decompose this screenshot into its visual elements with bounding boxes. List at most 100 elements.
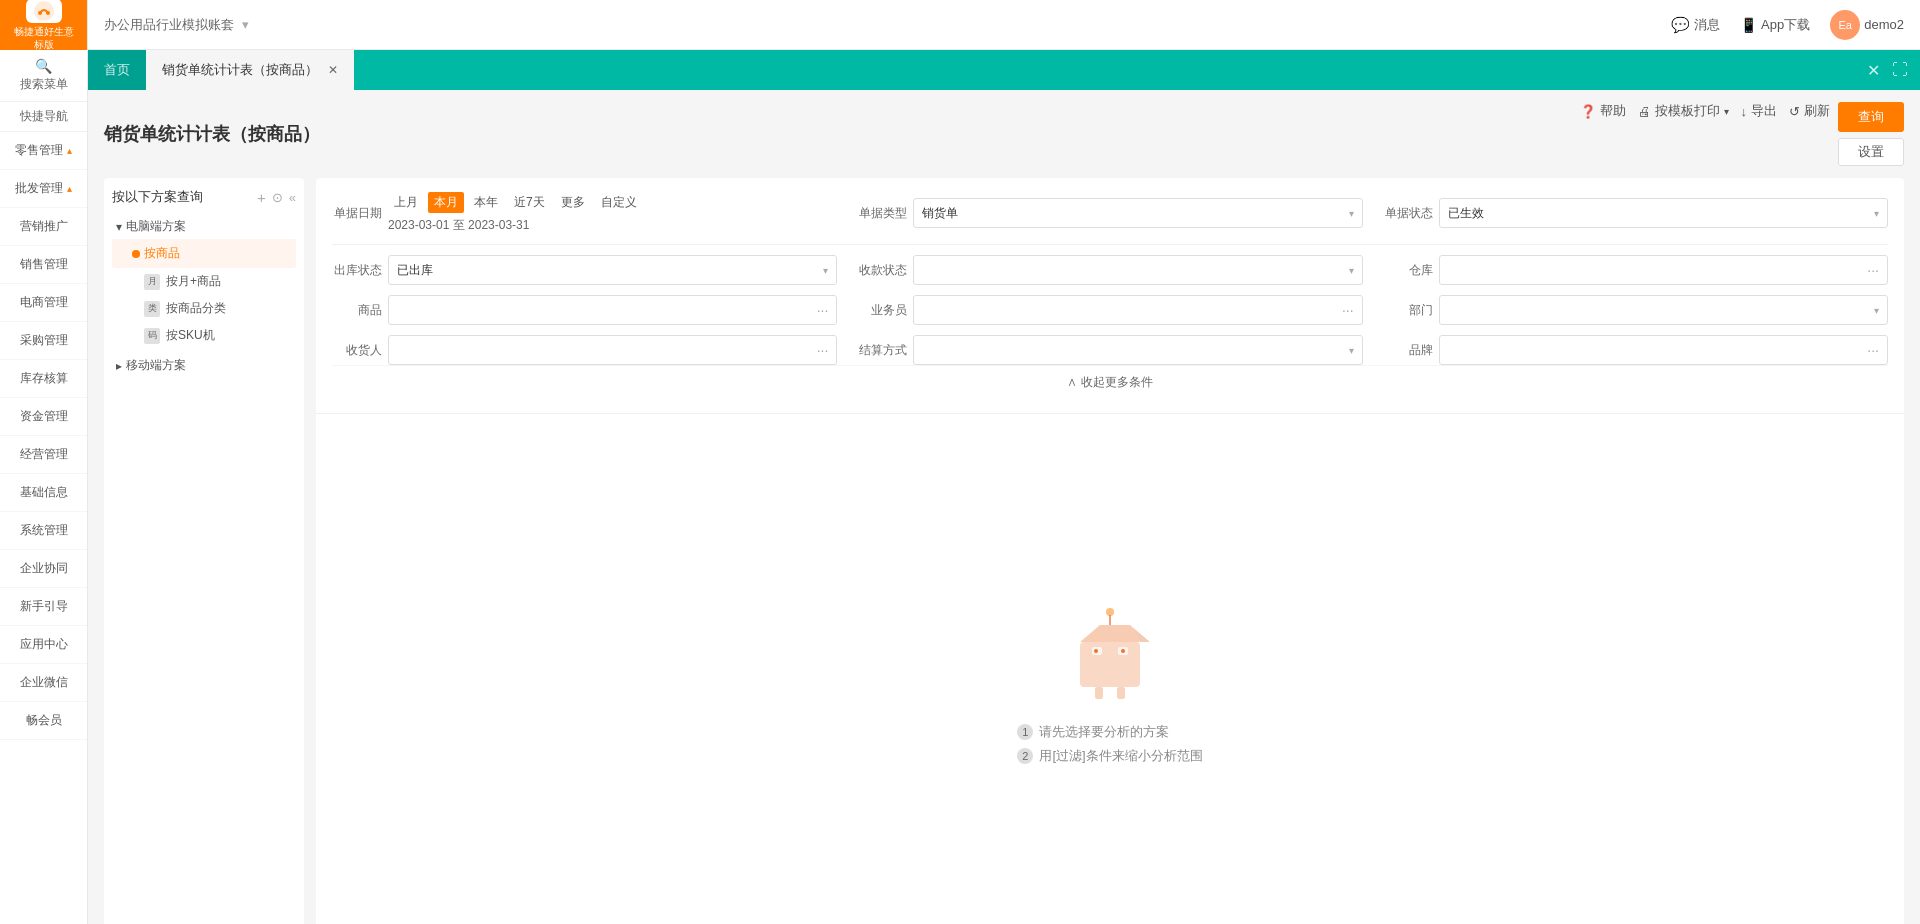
scheme-sub-item-category[interactable]: 类 按商品分类 [112, 295, 296, 322]
sidebar-item-ops[interactable]: 经营管理 [0, 436, 87, 474]
out-status-control[interactable]: 已出库 ▾ [388, 255, 837, 285]
date-tab-7days[interactable]: 近7天 [508, 192, 551, 213]
doc-type-value: 销货单 [922, 205, 958, 222]
date-tab-custom[interactable]: 自定义 [595, 192, 643, 213]
sidebar-item-member[interactable]: 畅会员 [0, 702, 87, 740]
svg-point-11 [1106, 608, 1114, 616]
mobile-section-arrow: ▸ [116, 359, 122, 373]
out-status-value: 已出库 [397, 262, 433, 279]
app-download-btn[interactable]: 📱 App下载 [1740, 16, 1810, 34]
dept-control[interactable]: ▾ [1439, 295, 1888, 325]
product-control[interactable]: ··· [388, 295, 837, 325]
sidebar-item-app-center[interactable]: 应用中心 [0, 626, 87, 664]
payment-control[interactable]: ▾ [913, 335, 1362, 365]
svg-rect-3 [1080, 642, 1140, 687]
sidebar-item-sys[interactable]: 系统管理 [0, 512, 87, 550]
salesperson-dots: ··· [1342, 302, 1354, 318]
date-label: 单据日期 [332, 205, 382, 222]
scheme-settings-icon[interactable]: ⊙ [272, 190, 283, 205]
product-filter-item: 商品 ··· [332, 295, 837, 325]
sidebar-item-marketing[interactable]: 营销推广 [0, 208, 87, 246]
date-tab-more[interactable]: 更多 [555, 192, 591, 213]
filter-row-1: 单据日期 上月 本月 本年 近7天 更多 自定义 20 [332, 192, 1888, 234]
message-btn[interactable]: 💬 消息 [1671, 16, 1720, 34]
salesperson-filter-item: 业务员 ··· [857, 295, 1362, 325]
active-scheme-dot [132, 250, 140, 258]
svg-point-2 [46, 11, 50, 15]
scheme-collapse-icon[interactable]: « [289, 190, 296, 205]
tab-maximize-btn[interactable]: ⛶ [1888, 57, 1912, 83]
filter-row-2: 出库状态 已出库 ▾ 收款状态 ▾ [332, 255, 1888, 285]
tip-text-1: 请先选择要分析的方案 [1039, 723, 1169, 741]
mobile-section-label: 移动端方案 [126, 357, 186, 374]
main-panel: 按以下方案查询 + ⊙ « ▾ 电脑端方案 按商品 [104, 178, 1904, 924]
collapse-filters-btn[interactable]: ∧ 收起更多条件 [332, 365, 1888, 399]
warehouse-filter-item: 仓库 ··· [1383, 255, 1888, 285]
export-btn[interactable]: ↓ 导出 [1741, 102, 1778, 120]
scheme-sub-item-month[interactable]: 月 按月+商品 [112, 268, 296, 295]
breadcrumb-dropdown-icon[interactable]: ▾ [242, 17, 249, 32]
brand-control[interactable]: ··· [1439, 335, 1888, 365]
tab-close-window-btn[interactable]: ✕ [1863, 57, 1884, 84]
query-button[interactable]: 查询 [1838, 102, 1904, 132]
sidebar-item-ecom[interactable]: 电商管理 [0, 284, 87, 322]
receipt-status-control[interactable]: ▾ [913, 255, 1362, 285]
sidebar-item-purchase[interactable]: 采购管理 [0, 322, 87, 360]
doc-status-filter-item: 单据状态 已生效 ▾ [1383, 192, 1888, 234]
svg-point-7 [1121, 649, 1125, 653]
scheme-item-by-product[interactable]: 按商品 [112, 239, 296, 268]
sidebar-item-guide[interactable]: 新手引导 [0, 588, 87, 626]
filter-divider-1 [332, 244, 1888, 245]
empty-svg [1050, 587, 1170, 707]
sidebar-item-sales[interactable]: 销售管理 [0, 246, 87, 284]
doc-status-control[interactable]: 已生效 ▾ [1439, 198, 1888, 228]
sidebar-item-corp-wechat[interactable]: 企业微信 [0, 664, 87, 702]
sidebar-item-retail[interactable]: 零售管理 ▴ [0, 132, 87, 170]
warehouse-control[interactable]: ··· [1439, 255, 1888, 285]
sidebar-item-coop[interactable]: 企业协同 [0, 550, 87, 588]
date-tab-last-month[interactable]: 上月 [388, 192, 424, 213]
product-dots: ··· [817, 302, 829, 318]
svg-rect-9 [1117, 687, 1125, 699]
out-status-label: 出库状态 [332, 262, 382, 279]
mobile-section-header[interactable]: ▸ 移动端方案 [112, 353, 296, 378]
pc-section-header[interactable]: ▾ 电脑端方案 [112, 214, 296, 239]
sidebar-item-wholesale[interactable]: 批发管理 ▴ [0, 170, 87, 208]
tabbar-actions: ✕ ⛶ [1863, 57, 1920, 84]
message-icon: 💬 [1671, 16, 1690, 34]
empty-tip-2: 2 用[过滤]条件来缩小分析范围 [1017, 747, 1202, 765]
settings-button[interactable]: 设置 [1838, 138, 1904, 166]
filter-row-3: 商品 ··· 业务员 ··· [332, 295, 1888, 325]
month-scheme-icon: 月 [144, 274, 160, 290]
print-btn[interactable]: 🖨 按模板打印 ▾ [1638, 102, 1729, 120]
pc-section-label: 电脑端方案 [126, 218, 186, 235]
salesperson-control[interactable]: ··· [913, 295, 1362, 325]
date-tab-this-month[interactable]: 本月 [428, 192, 464, 213]
brand-label: 品牌 [1383, 342, 1433, 359]
search-menu-item[interactable]: 🔍 搜索菜单 [0, 50, 87, 102]
empty-state: 1 请先选择要分析的方案 2 用[过滤]条件来缩小分析范围 [316, 414, 1904, 924]
tab-close-btn[interactable]: ✕ [328, 63, 338, 77]
scheme-sub-item-sku[interactable]: 码 按SKU机 [112, 322, 296, 349]
sidebar-item-inventory[interactable]: 库存核算 [0, 360, 87, 398]
breadcrumb-text: 办公用品行业模拟账套 [104, 16, 234, 34]
consignee-control[interactable]: ··· [388, 335, 837, 365]
sidebar-item-finance[interactable]: 资金管理 [0, 398, 87, 436]
tab-sales-stat[interactable]: 销货单统计计表（按商品） ✕ [146, 50, 354, 90]
doc-status-value: 已生效 [1448, 205, 1484, 222]
export-icon: ↓ [1741, 104, 1748, 119]
scheme-add-icon[interactable]: + [257, 189, 266, 206]
scheme-item-label: 按商品 [144, 245, 180, 262]
date-tab-this-year[interactable]: 本年 [468, 192, 504, 213]
doc-type-control[interactable]: 销货单 ▾ [913, 198, 1362, 228]
filter-area: 单据日期 上月 本月 本年 近7天 更多 自定义 20 [316, 178, 1904, 414]
sidebar-item-base[interactable]: 基础信息 [0, 474, 87, 512]
empty-illustration [1050, 587, 1170, 707]
tab-home[interactable]: 首页 [88, 50, 146, 90]
help-btn[interactable]: ❓ 帮助 [1580, 102, 1626, 120]
quick-nav-item[interactable]: 快捷导航 [0, 102, 87, 132]
consignee-filter-item: 收货人 ··· [332, 335, 837, 365]
avatar: Ea [1830, 10, 1860, 40]
refresh-btn[interactable]: ↺ 刷新 [1789, 102, 1830, 120]
user-menu[interactable]: Ea demo2 [1830, 10, 1904, 40]
